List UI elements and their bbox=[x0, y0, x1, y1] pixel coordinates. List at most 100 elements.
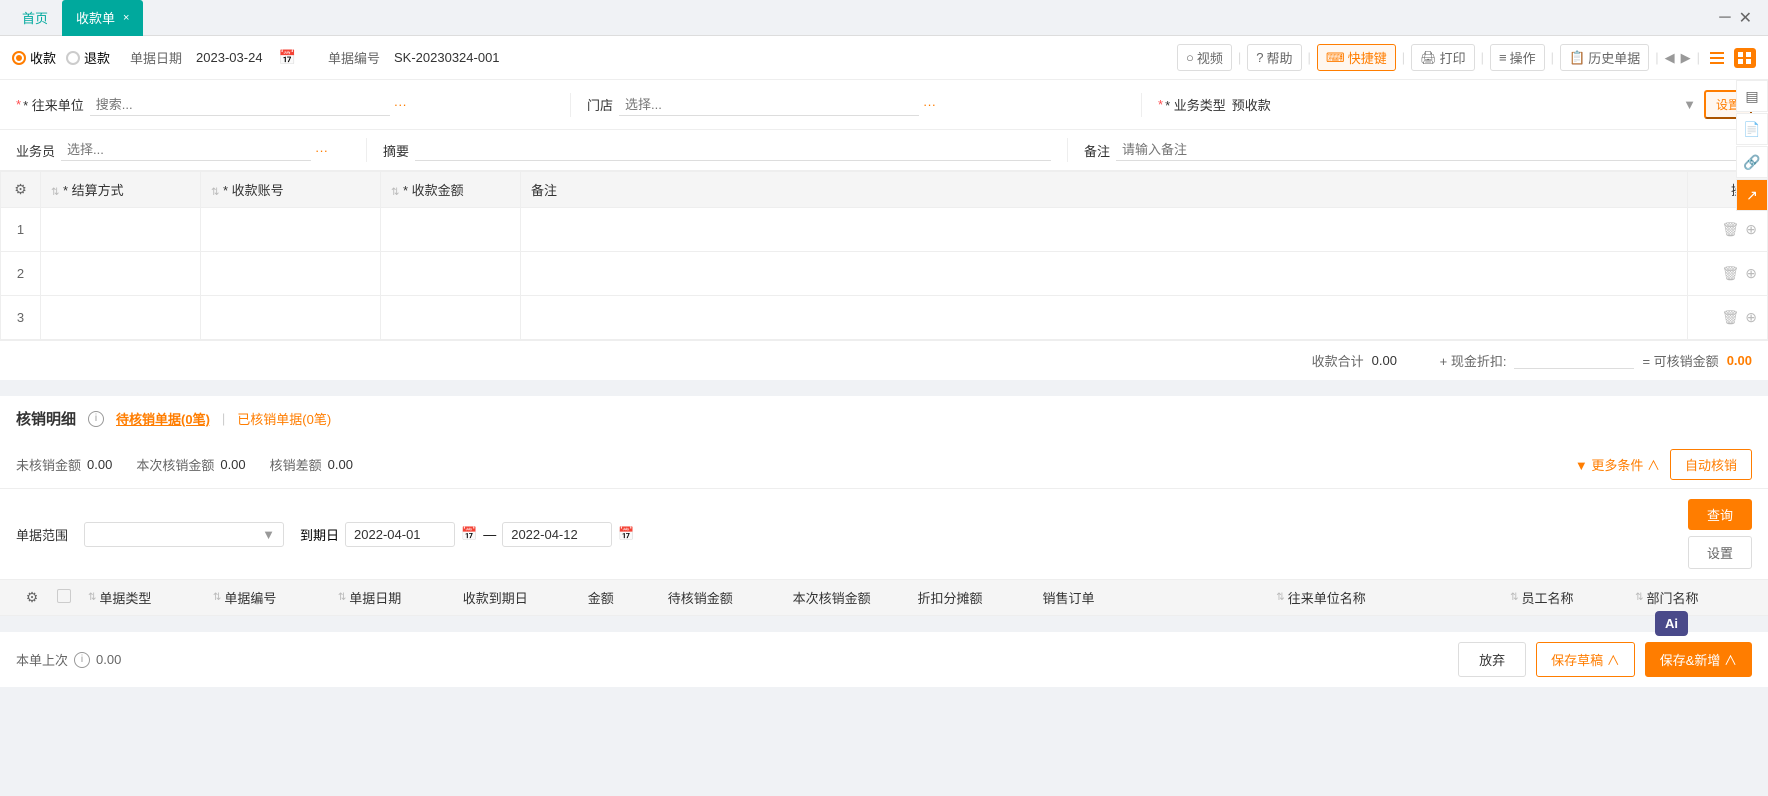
save-new-btn[interactable]: 保存&新增 ∧ bbox=[1645, 642, 1752, 677]
window-minimize-icon[interactable]: ─ bbox=[1719, 9, 1730, 27]
store-field: 门店 ··· bbox=[587, 94, 1125, 116]
discard-btn[interactable]: 放弃 bbox=[1458, 642, 1526, 677]
sort-icon-partner[interactable]: ⇅ bbox=[1276, 592, 1284, 603]
more-conditions-btn[interactable]: ▼ 更多条件 ∧ bbox=[1575, 455, 1660, 474]
tab-bar: 首页 收款单 × ─ ✕ bbox=[0, 0, 1768, 36]
right-sidebar: ▤ 📄 🔗 ↗ bbox=[1736, 80, 1768, 211]
remark-input[interactable] bbox=[1116, 139, 1752, 161]
sort-icon-account[interactable]: ⇅ bbox=[211, 187, 219, 198]
biz-type-label: * 业务类型 bbox=[1165, 95, 1226, 114]
settlement-2[interactable] bbox=[41, 252, 201, 296]
bottom-settings-icon[interactable]: ⚙ bbox=[26, 589, 39, 605]
account-3[interactable] bbox=[201, 296, 381, 340]
refund-radio[interactable]: 退款 bbox=[66, 48, 110, 67]
operation-btn[interactable]: ≡ 操作 bbox=[1490, 44, 1545, 71]
unchecked-value: 0.00 bbox=[87, 457, 112, 472]
sidebar-link-icon[interactable]: 🔗 bbox=[1736, 146, 1768, 178]
discount-input[interactable] bbox=[1514, 353, 1634, 369]
delete-row-1-icon[interactable]: 🗑 bbox=[1721, 221, 1739, 238]
sort-icon-dept[interactable]: ⇅ bbox=[1635, 592, 1643, 603]
amount-2[interactable] bbox=[381, 252, 521, 296]
remark-3[interactable] bbox=[521, 296, 1688, 340]
account-2[interactable] bbox=[201, 252, 381, 296]
sort-icon-settlement[interactable]: ⇅ bbox=[51, 187, 59, 198]
diff-stat: 核销差额 0.00 bbox=[270, 455, 353, 474]
summary-input[interactable] bbox=[415, 139, 1051, 161]
partner-input[interactable] bbox=[90, 94, 390, 116]
ai-badge[interactable]: Ai bbox=[1655, 611, 1688, 636]
amount-1[interactable] bbox=[381, 208, 521, 252]
nav-next-icon[interactable]: ▶ bbox=[1681, 50, 1691, 66]
table-body: 1 🗑 ⊕ 2 � bbox=[1, 208, 1768, 340]
tab-close-icon[interactable]: × bbox=[123, 12, 129, 24]
partner-label: * 往来单位 bbox=[23, 95, 84, 114]
per-order-info-icon[interactable]: i bbox=[74, 652, 90, 668]
sidebar-expand-icon[interactable]: ↗ bbox=[1736, 179, 1768, 211]
table-settings-icon[interactable]: ⚙ bbox=[14, 181, 27, 197]
remark-2[interactable] bbox=[521, 252, 1688, 296]
view-toggle[interactable] bbox=[1706, 48, 1728, 68]
toolbar: 收款 退款 单据日期 2023-03-24 📅 单据编号 SK-20230324… bbox=[0, 36, 1768, 80]
sort-icon-doc-num[interactable]: ⇅ bbox=[213, 592, 221, 603]
tab-home[interactable]: 首页 bbox=[8, 0, 62, 36]
date-to-input[interactable] bbox=[502, 522, 612, 547]
sidebar-doc-icon[interactable]: 📄 bbox=[1736, 113, 1768, 145]
store-more-btn[interactable]: ··· bbox=[919, 97, 940, 112]
date-to-icon[interactable]: 📅 bbox=[618, 526, 634, 542]
copy-row-1-icon[interactable]: ⊕ bbox=[1745, 221, 1757, 238]
copy-row-2-icon[interactable]: ⊕ bbox=[1745, 265, 1757, 282]
settlement-3[interactable] bbox=[41, 296, 201, 340]
summary-field: 摘要 bbox=[383, 139, 1051, 161]
history-btn[interactable]: 📋 历史单据 bbox=[1560, 44, 1649, 71]
bottom-settings-col[interactable]: ⚙ bbox=[16, 589, 48, 606]
delete-row-2-icon[interactable]: 🗑 bbox=[1721, 265, 1739, 282]
sort-icon-doc-date[interactable]: ⇅ bbox=[338, 592, 346, 603]
receipt-radio[interactable]: 收款 bbox=[12, 48, 56, 67]
video-btn[interactable]: ○ 视频 bbox=[1177, 44, 1232, 71]
tab-receipt[interactable]: 收款单 × bbox=[62, 0, 143, 36]
copy-row-3-icon[interactable]: ⊕ bbox=[1745, 309, 1757, 326]
staff-field: 业务员 ··· bbox=[16, 139, 350, 161]
select-all-checkbox[interactable] bbox=[57, 589, 71, 603]
tab-done[interactable]: 已核销单据(0笔) bbox=[237, 409, 331, 428]
print-btn[interactable]: 🖨 打印 bbox=[1411, 44, 1475, 71]
verification-section: 核销明细 i 待核销单据(0笔) | 已核销单据(0笔) 未核销金额 0.00 … bbox=[0, 388, 1768, 616]
window-close-icon[interactable]: ✕ bbox=[1739, 8, 1752, 28]
query-btns: 查询 设置 bbox=[1688, 499, 1752, 569]
partner-name-header-label: 往来单位名称 bbox=[1288, 588, 1366, 607]
verification-info-icon[interactable]: i bbox=[88, 411, 104, 427]
help-btn[interactable]: ? 帮助 bbox=[1247, 44, 1301, 71]
range-select[interactable]: ▼ bbox=[84, 522, 284, 547]
staff-more-btn[interactable]: ··· bbox=[311, 143, 332, 158]
sort-icon-amount[interactable]: ⇅ bbox=[391, 187, 399, 198]
staff-input[interactable] bbox=[61, 139, 311, 161]
store-input[interactable] bbox=[619, 94, 919, 116]
partner-more-btn[interactable]: ··· bbox=[390, 97, 411, 112]
settings-col[interactable]: ⚙ bbox=[1, 172, 41, 208]
settlement-1[interactable] bbox=[41, 208, 201, 252]
shortcut-btn[interactable]: ⌨ 快捷键 bbox=[1317, 44, 1396, 71]
account-1[interactable] bbox=[201, 208, 381, 252]
calendar-icon[interactable]: 📅 bbox=[279, 49, 296, 66]
nav-prev-icon[interactable]: ◀ bbox=[1665, 50, 1675, 66]
delete-row-3-icon[interactable]: 🗑 bbox=[1721, 309, 1739, 326]
video-label: 视频 bbox=[1197, 48, 1223, 67]
filter-settings-btn[interactable]: 设置 bbox=[1688, 536, 1752, 569]
query-btn[interactable]: 查询 bbox=[1688, 499, 1752, 530]
date-from-input[interactable] bbox=[345, 522, 455, 547]
remark-field: 备注 bbox=[1084, 139, 1752, 161]
date-from-icon[interactable]: 📅 bbox=[461, 526, 477, 542]
save-draft-btn[interactable]: 保存草稿 ∧ bbox=[1536, 642, 1635, 677]
grid-view-icon[interactable] bbox=[1734, 48, 1756, 68]
receipt-radio-dot bbox=[12, 51, 26, 65]
sort-icon-doc-type[interactable]: ⇅ bbox=[88, 592, 96, 603]
sort-icon-staff[interactable]: ⇅ bbox=[1510, 592, 1518, 603]
auto-clear-btn[interactable]: 自动核销 bbox=[1670, 449, 1752, 480]
amount-3[interactable] bbox=[381, 296, 521, 340]
biz-type-dropdown-icon[interactable]: ▼ bbox=[1683, 97, 1696, 112]
section-divider-1 bbox=[0, 380, 1768, 388]
sidebar-table-icon[interactable]: ▤ bbox=[1736, 80, 1768, 112]
remark-1[interactable] bbox=[521, 208, 1688, 252]
tab-pending[interactable]: 待核销单据(0笔) bbox=[116, 409, 210, 428]
operation-icon: ≡ bbox=[1499, 50, 1507, 65]
